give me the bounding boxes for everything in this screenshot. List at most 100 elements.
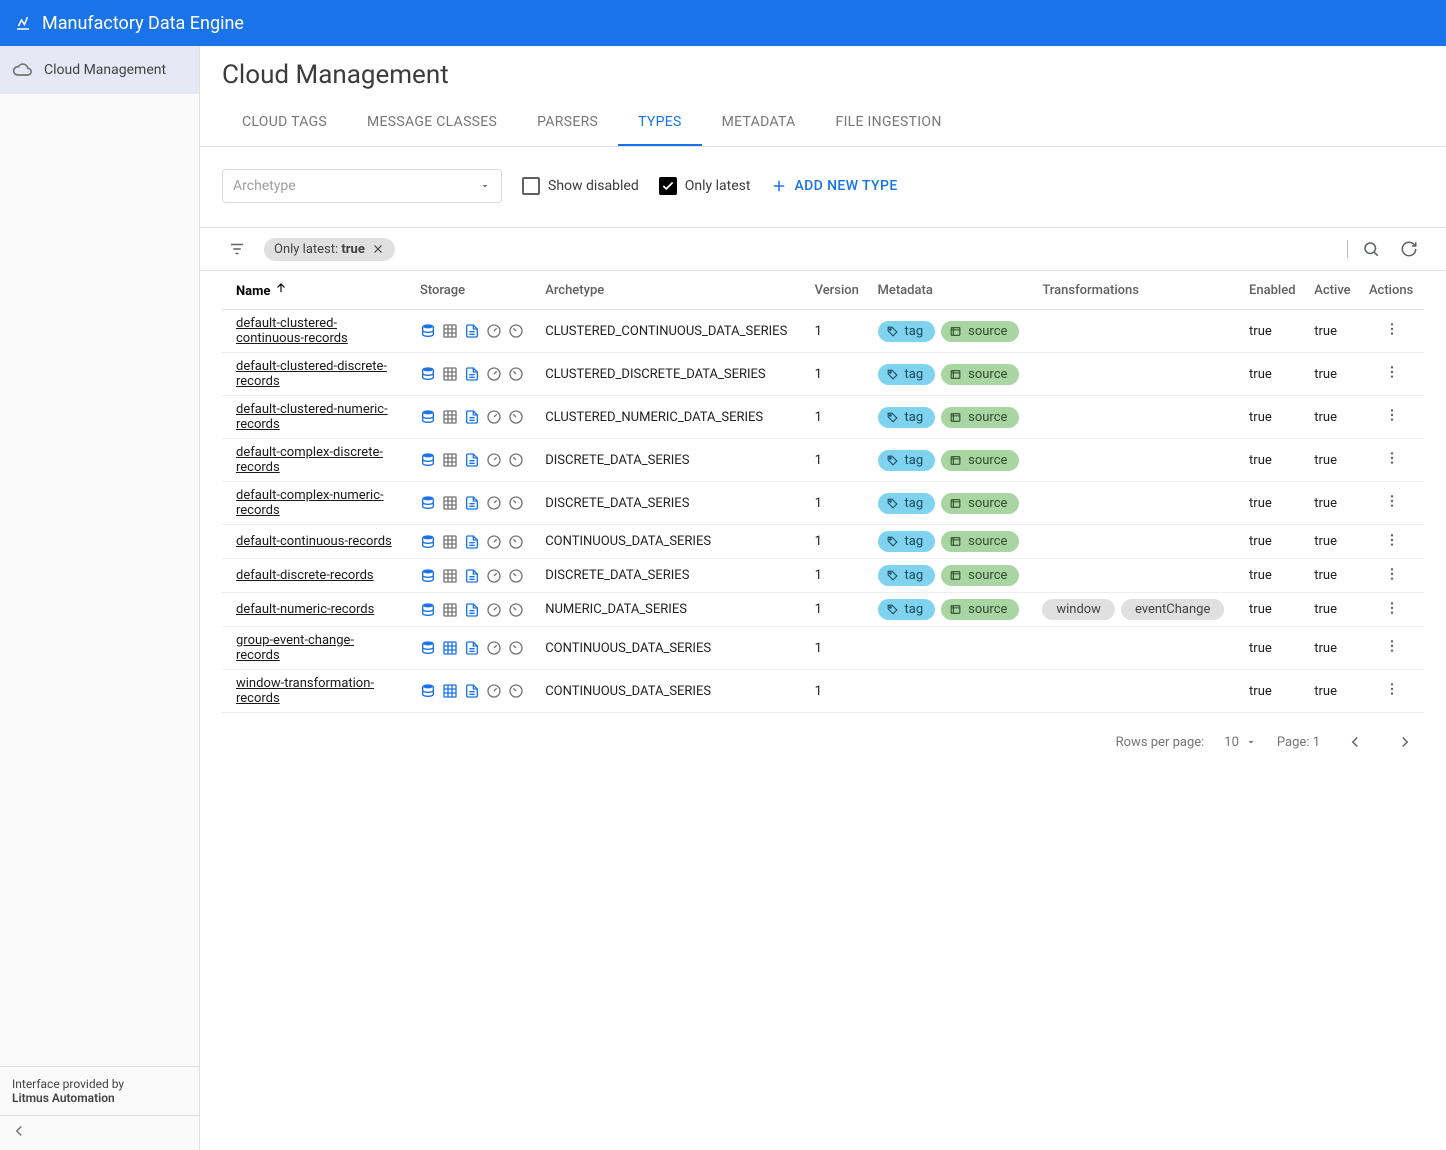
version-cell: 1 bbox=[807, 593, 870, 627]
metadata-chip-tag: tag bbox=[878, 450, 936, 471]
active-cell: true bbox=[1306, 439, 1361, 482]
tag-icon bbox=[886, 325, 899, 338]
database-icon bbox=[420, 409, 436, 425]
type-name-link[interactable]: default-clustered-discrete-records bbox=[236, 359, 396, 389]
storage-icons bbox=[420, 323, 529, 339]
col-storage[interactable]: Storage bbox=[412, 271, 537, 310]
plus-icon bbox=[770, 177, 788, 195]
refresh-icon[interactable] bbox=[1394, 234, 1424, 264]
active-cell: true bbox=[1306, 482, 1361, 525]
gauge-icon bbox=[486, 409, 502, 425]
col-enabled[interactable]: Enabled bbox=[1241, 271, 1306, 310]
tag-icon bbox=[886, 454, 899, 467]
sidebar-item-cloud-management[interactable]: Cloud Management bbox=[0, 46, 199, 94]
tab-message-classes[interactable]: MESSAGE CLASSES bbox=[347, 100, 517, 146]
type-name-link[interactable]: default-discrete-records bbox=[236, 568, 374, 583]
database-icon bbox=[420, 640, 436, 656]
version-cell: 1 bbox=[807, 670, 870, 713]
type-name-link[interactable]: default-continuous-records bbox=[236, 534, 392, 549]
storage-icons bbox=[420, 602, 529, 618]
cloud-icon bbox=[12, 60, 32, 80]
type-name-link[interactable]: default-clustered-numeric-records bbox=[236, 402, 396, 432]
row-actions-menu[interactable] bbox=[1384, 686, 1400, 701]
document-icon bbox=[464, 683, 480, 699]
tab-types[interactable]: TYPES bbox=[618, 100, 701, 146]
row-actions-menu[interactable] bbox=[1384, 369, 1400, 384]
document-icon bbox=[464, 534, 480, 550]
row-actions-menu[interactable] bbox=[1384, 605, 1400, 620]
type-name-link[interactable]: default-complex-numeric-records bbox=[236, 488, 396, 518]
enabled-cell: true bbox=[1241, 310, 1306, 353]
tab-parsers[interactable]: PARSERS bbox=[517, 100, 618, 146]
row-actions-menu[interactable] bbox=[1384, 326, 1400, 341]
type-name-link[interactable]: group-event-change-records bbox=[236, 633, 396, 663]
col-archetype[interactable]: Archetype bbox=[537, 271, 806, 310]
tab-cloud-tags[interactable]: CLOUD TAGS bbox=[222, 100, 347, 146]
grid-icon bbox=[442, 452, 458, 468]
source-icon bbox=[949, 368, 962, 381]
add-new-type-button[interactable]: ADD NEW TYPE bbox=[770, 177, 897, 195]
col-active[interactable]: Active bbox=[1306, 271, 1361, 310]
row-actions-menu[interactable] bbox=[1384, 537, 1400, 552]
chip-remove-icon[interactable] bbox=[371, 242, 385, 256]
metadata-chip-tag: tag bbox=[878, 364, 936, 385]
version-cell: 1 bbox=[807, 559, 870, 593]
toolbar: Archetype Show disabled Only latest bbox=[200, 147, 1446, 227]
source-icon bbox=[949, 535, 962, 548]
tag-icon bbox=[886, 368, 899, 381]
only-latest-checkbox[interactable]: Only latest bbox=[659, 177, 751, 195]
type-name-link[interactable]: default-numeric-records bbox=[236, 602, 374, 617]
version-cell: 1 bbox=[807, 310, 870, 353]
version-cell: 1 bbox=[807, 353, 870, 396]
gauge-icon bbox=[486, 568, 502, 584]
metadata-chip-source: source bbox=[941, 493, 1019, 514]
archetype-cell: CLUSTERED_CONTINUOUS_DATA_SERIES bbox=[537, 310, 806, 353]
page-title: Cloud Management bbox=[222, 60, 1424, 90]
col-metadata[interactable]: Metadata bbox=[870, 271, 1035, 310]
col-actions[interactable]: Actions bbox=[1361, 271, 1424, 310]
col-version[interactable]: Version bbox=[807, 271, 870, 310]
active-cell: true bbox=[1306, 559, 1361, 593]
tab-file-ingestion[interactable]: FILE INGESTION bbox=[816, 100, 962, 146]
prev-page-button[interactable] bbox=[1340, 727, 1370, 757]
app-title: Manufactory Data Engine bbox=[42, 13, 244, 34]
top-app-bar: Manufactory Data Engine bbox=[0, 0, 1446, 46]
row-actions-menu[interactable] bbox=[1384, 498, 1400, 513]
metadata-chip-source: source bbox=[941, 321, 1019, 342]
tab-metadata[interactable]: METADATA bbox=[702, 100, 816, 146]
archetype-cell: DISCRETE_DATA_SERIES bbox=[537, 559, 806, 593]
sidebar-item-label: Cloud Management bbox=[44, 62, 166, 78]
show-disabled-checkbox[interactable]: Show disabled bbox=[522, 177, 639, 195]
grid-icon bbox=[442, 640, 458, 656]
row-actions-menu[interactable] bbox=[1384, 571, 1400, 586]
next-page-button[interactable] bbox=[1390, 727, 1420, 757]
archetype-select[interactable]: Archetype bbox=[222, 169, 502, 203]
col-name[interactable]: Name bbox=[222, 271, 412, 310]
search-icon[interactable] bbox=[1356, 234, 1386, 264]
type-name-link[interactable]: default-complex-discrete-records bbox=[236, 445, 396, 475]
paginator: Rows per page: 10 Page: 1 bbox=[200, 713, 1446, 771]
row-actions-menu[interactable] bbox=[1384, 412, 1400, 427]
type-name-link[interactable]: window-transformation-records bbox=[236, 676, 396, 706]
metadata-chip-tag: tag bbox=[878, 531, 936, 552]
rows-per-page-select[interactable]: 10 bbox=[1224, 735, 1257, 750]
sidebar-collapse-button[interactable] bbox=[0, 1115, 199, 1150]
metadata-chip-tag: tag bbox=[878, 493, 936, 514]
tag-icon bbox=[886, 497, 899, 510]
row-actions-menu[interactable] bbox=[1384, 643, 1400, 658]
sidebar-footer: Interface provided by Litmus Automation bbox=[0, 1066, 199, 1115]
filter-chip-only-latest: Only latest: true bbox=[264, 238, 395, 261]
type-name-link[interactable]: default-clustered-continuous-records bbox=[236, 316, 396, 346]
archetype-cell: DISCRETE_DATA_SERIES bbox=[537, 482, 806, 525]
tag-icon bbox=[886, 603, 899, 616]
tag-icon bbox=[886, 535, 899, 548]
archetype-cell: NUMERIC_DATA_SERIES bbox=[537, 593, 806, 627]
storage-icons bbox=[420, 568, 529, 584]
col-transformations[interactable]: Transformations bbox=[1034, 271, 1241, 310]
row-actions-menu[interactable] bbox=[1384, 455, 1400, 470]
filter-icon[interactable] bbox=[222, 234, 252, 264]
metadata-chip-tag: tag bbox=[878, 599, 936, 620]
grid-icon bbox=[442, 683, 458, 699]
document-icon bbox=[464, 452, 480, 468]
table-row: default-numeric-records NUMERIC_DATA_SER… bbox=[222, 593, 1424, 627]
